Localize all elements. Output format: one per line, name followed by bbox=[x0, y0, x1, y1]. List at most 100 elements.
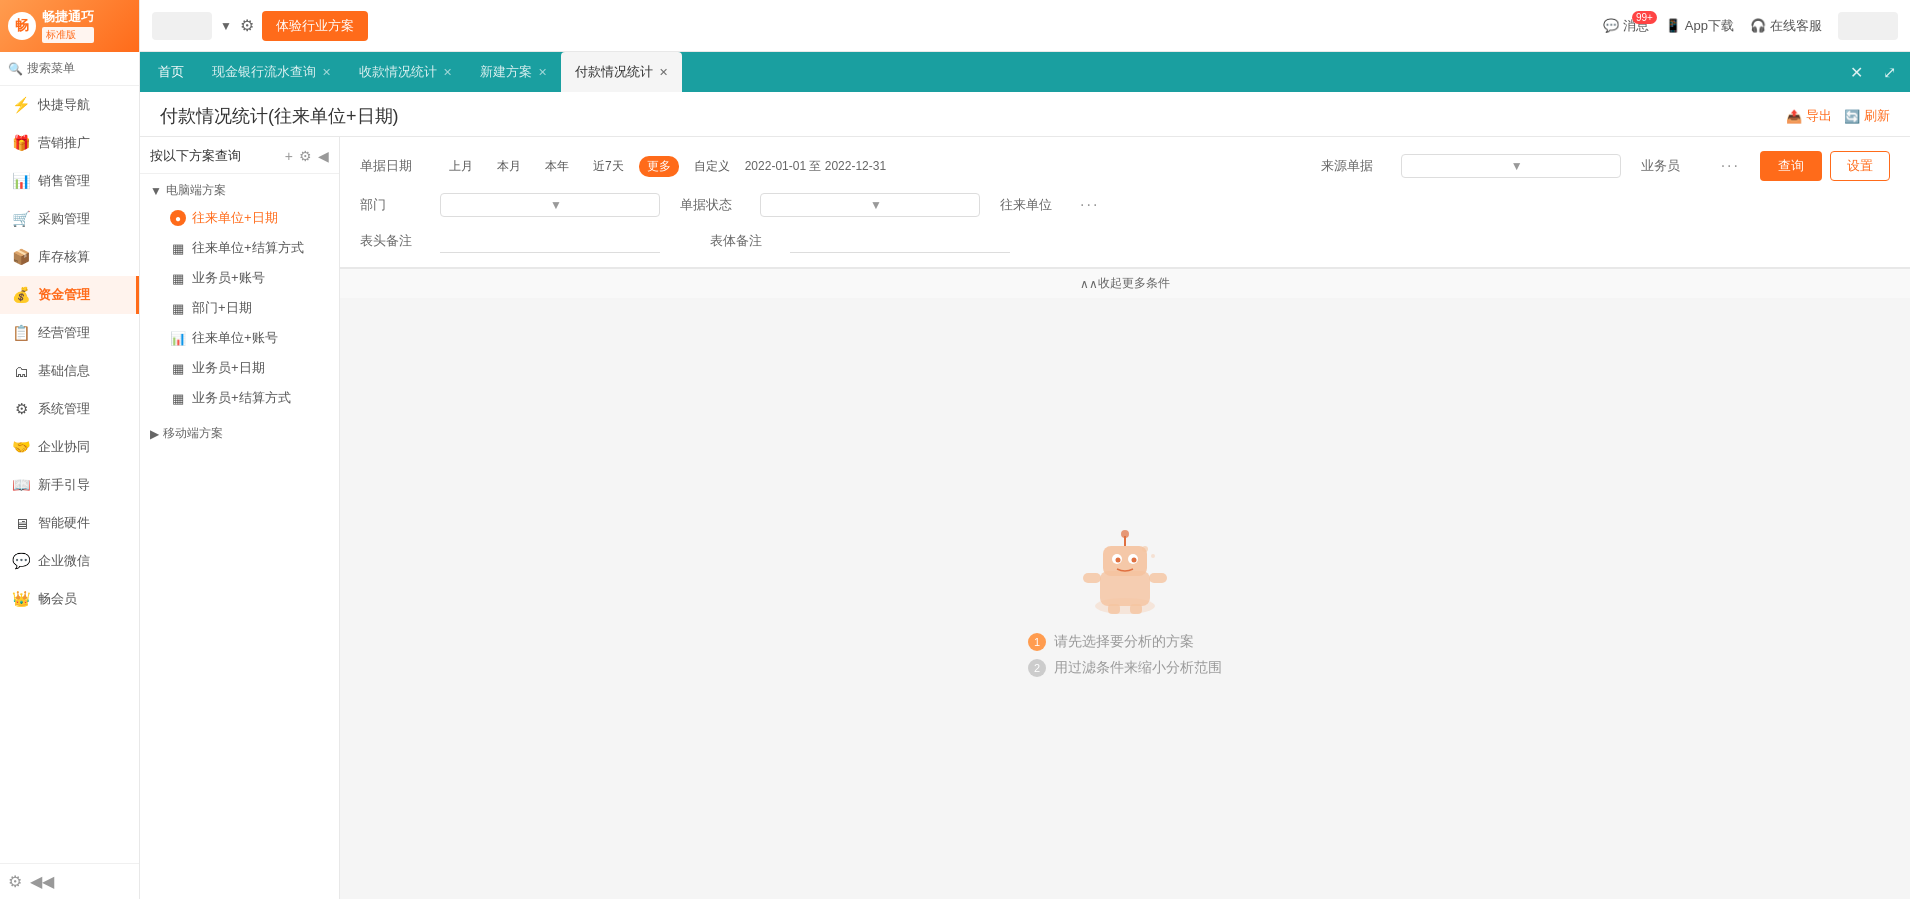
app-download-btn[interactable]: 📱 App下载 bbox=[1665, 17, 1734, 35]
expand-tab-btn[interactable]: ⤢ bbox=[1873, 57, 1906, 88]
body-remark-input[interactable] bbox=[790, 229, 1010, 253]
scheme-item-vendor-date[interactable]: ● 往来单位+日期 bbox=[150, 203, 329, 233]
scheme-item-vendor-account[interactable]: 📊 往来单位+账号 bbox=[150, 323, 329, 353]
sidebar: 畅 畅捷通巧 标准版 🔍 搜索菜单 ⚡ 快捷导航 🎁 营销推广 📊 销售管理 🛒… bbox=[0, 0, 140, 899]
scheme-settings-icon[interactable]: ⚙ bbox=[299, 148, 312, 164]
sidebar-item-purchase[interactable]: 🛒 采购管理 bbox=[0, 200, 139, 238]
empty-state: 1 请先选择要分析的方案 2 用过滤条件来缩小分析范围 bbox=[1028, 521, 1222, 677]
header-remark-input[interactable] bbox=[440, 229, 660, 253]
scheme-item-staff-settle[interactable]: ▦ 业务员+结算方式 bbox=[150, 383, 329, 413]
desktop-section-arrow: ▼ bbox=[150, 184, 162, 198]
page-header-actions: 📤 导出 🔄 刷新 bbox=[1786, 107, 1890, 125]
online-service-btn[interactable]: 🎧 在线客服 bbox=[1750, 17, 1822, 35]
vendor-dots[interactable]: ··· bbox=[1080, 196, 1099, 214]
tab-receipt-stats[interactable]: 收款情况统计 ✕ bbox=[345, 52, 466, 92]
filter-actions: 查询 设置 bbox=[1760, 151, 1890, 181]
dept-select[interactable]: ▼ bbox=[440, 193, 660, 217]
hardware-icon: 🖥 bbox=[12, 514, 30, 532]
close-all-tabs-btn[interactable]: ✕ bbox=[1840, 57, 1873, 88]
sidebar-item-wechat[interactable]: 💬 企业微信 bbox=[0, 542, 139, 580]
collapse-sidebar-icon[interactable]: ◀◀ bbox=[30, 872, 54, 891]
scheme-item-label: 往来单位+账号 bbox=[192, 329, 278, 347]
sidebar-item-hardware[interactable]: 🖥 智能硬件 bbox=[0, 504, 139, 542]
dept-label: 部门 bbox=[360, 196, 420, 214]
tab-bank-flow-close[interactable]: ✕ bbox=[322, 66, 331, 79]
sidebar-item-guide[interactable]: 📖 新手引导 bbox=[0, 466, 139, 504]
tab-home[interactable]: 首页 bbox=[144, 52, 198, 92]
tab-payment-stats-close[interactable]: ✕ bbox=[659, 66, 668, 79]
sidebar-item-quick-nav[interactable]: ⚡ 快捷导航 bbox=[0, 86, 139, 124]
query-btn[interactable]: 查询 bbox=[1760, 151, 1822, 181]
sales-icon: 📊 bbox=[12, 172, 30, 190]
trial-btn[interactable]: 体验行业方案 bbox=[262, 11, 368, 41]
desktop-section-title[interactable]: ▼ 电脑端方案 bbox=[150, 182, 329, 199]
sidebar-nav: ⚡ 快捷导航 🎁 营销推广 📊 销售管理 🛒 采购管理 📦 库存核算 💰 资金管… bbox=[0, 86, 139, 863]
sidebar-item-system[interactable]: ⚙ 系统管理 bbox=[0, 390, 139, 428]
quick-nav-icon: ⚡ bbox=[12, 96, 30, 114]
sidebar-item-enterprise[interactable]: 🤝 企业协同 bbox=[0, 428, 139, 466]
collapse-scheme-icon[interactable]: ◀ bbox=[318, 148, 329, 164]
tab-new-scheme-label: 新建方案 bbox=[480, 63, 532, 81]
scheme-toolbar-icons: + ⚙ ◀ bbox=[285, 148, 329, 164]
message-icon: 💬 bbox=[1603, 18, 1619, 33]
topbar-gear-icon[interactable]: ⚙ bbox=[240, 16, 254, 35]
finance-icon: 💰 bbox=[12, 286, 30, 304]
online-service-label: 在线客服 bbox=[1770, 17, 1822, 35]
scheme-item-dept-date[interactable]: ▦ 部门+日期 bbox=[150, 293, 329, 323]
messages-btn[interactable]: 💬 消息 99+ bbox=[1603, 17, 1649, 35]
sidebar-item-label: 企业微信 bbox=[38, 552, 90, 570]
inner-layout: 按以下方案查询 + ⚙ ◀ ▼ 电脑端方案 ● 往来单位+日期 bbox=[140, 137, 1910, 899]
export-icon: 📤 bbox=[1786, 109, 1802, 124]
filter-form: 单据日期 上月 本月 本年 近7天 更多 自定义 2022-01-01 至 20… bbox=[340, 137, 1910, 268]
sidebar-item-inventory[interactable]: 📦 库存核算 bbox=[0, 238, 139, 276]
scheme-item-staff-account[interactable]: ▦ 业务员+账号 bbox=[150, 263, 329, 293]
tab-payment-stats[interactable]: 付款情况统计 ✕ bbox=[561, 52, 682, 92]
scheme-panel: 按以下方案查询 + ⚙ ◀ ▼ 电脑端方案 ● 往来单位+日期 bbox=[140, 137, 340, 899]
this-month-btn[interactable]: 本月 bbox=[488, 153, 530, 180]
tab-new-scheme[interactable]: 新建方案 ✕ bbox=[466, 52, 561, 92]
tab-bank-flow[interactable]: 现金银行流水查询 ✕ bbox=[198, 52, 345, 92]
refresh-label: 刷新 bbox=[1864, 107, 1890, 125]
custom-btn[interactable]: 自定义 bbox=[685, 153, 739, 180]
sidebar-badge: 标准版 bbox=[42, 27, 94, 43]
sidebar-item-finance[interactable]: 💰 资金管理 bbox=[0, 276, 139, 314]
marketing-icon: 🎁 bbox=[12, 134, 30, 152]
doc-status-select[interactable]: ▼ bbox=[760, 193, 980, 217]
salesperson-dots[interactable]: ··· bbox=[1721, 157, 1740, 175]
scheme-item-label: 部门+日期 bbox=[192, 299, 252, 317]
sidebar-item-basic-info[interactable]: 🗂 基础信息 bbox=[0, 352, 139, 390]
sidebar-header: 畅 畅捷通巧 标准版 bbox=[0, 0, 139, 52]
svg-point-10 bbox=[1121, 530, 1129, 538]
scheme-item-vendor-settle[interactable]: ▦ 往来单位+结算方式 bbox=[150, 233, 329, 263]
sidebar-item-label: 资金管理 bbox=[38, 286, 90, 304]
sidebar-item-sales[interactable]: 📊 销售管理 bbox=[0, 162, 139, 200]
body-remark-label: 表体备注 bbox=[710, 232, 770, 250]
search-menu[interactable]: 🔍 搜索菜单 bbox=[0, 52, 139, 86]
last-month-btn[interactable]: 上月 bbox=[440, 153, 482, 180]
operations-icon: 📋 bbox=[12, 324, 30, 342]
collapse-label: 收起更多条件 bbox=[1098, 275, 1170, 292]
add-scheme-icon[interactable]: + bbox=[285, 148, 293, 164]
settings-footer-icon[interactable]: ⚙ bbox=[8, 872, 22, 891]
last-7-btn[interactable]: 近7天 bbox=[584, 153, 633, 180]
active-dot-icon: ● bbox=[170, 210, 186, 226]
mobile-section-title[interactable]: ▶ 移动端方案 bbox=[150, 425, 329, 442]
sidebar-item-marketing[interactable]: 🎁 营销推广 bbox=[0, 124, 139, 162]
scheme-item-staff-date[interactable]: ▦ 业务员+日期 bbox=[150, 353, 329, 383]
sidebar-item-label: 畅会员 bbox=[38, 590, 77, 608]
this-year-btn[interactable]: 本年 bbox=[536, 153, 578, 180]
topbar: ▼ ⚙ 体验行业方案 💬 消息 99+ 📱 App下载 🎧 在线客服 bbox=[140, 0, 1910, 52]
sidebar-item-operations[interactable]: 📋 经营管理 bbox=[0, 314, 139, 352]
user-avatar[interactable] bbox=[1838, 12, 1898, 40]
source-select[interactable]: ▼ bbox=[1401, 154, 1621, 178]
sidebar-item-vip[interactable]: 👑 畅会员 bbox=[0, 580, 139, 618]
tab-receipt-stats-close[interactable]: ✕ bbox=[443, 66, 452, 79]
collapse-up-icon: ∧∧ bbox=[1080, 277, 1098, 291]
settings-btn[interactable]: 设置 bbox=[1830, 151, 1890, 181]
collapse-conditions-btn[interactable]: ∧∧ 收起更多条件 bbox=[340, 268, 1910, 298]
company-dropdown-icon[interactable]: ▼ bbox=[220, 19, 232, 33]
more-btn[interactable]: 更多 bbox=[639, 156, 679, 177]
refresh-btn[interactable]: 🔄 刷新 bbox=[1844, 107, 1890, 125]
tab-new-scheme-close[interactable]: ✕ bbox=[538, 66, 547, 79]
export-btn[interactable]: 📤 导出 bbox=[1786, 107, 1832, 125]
